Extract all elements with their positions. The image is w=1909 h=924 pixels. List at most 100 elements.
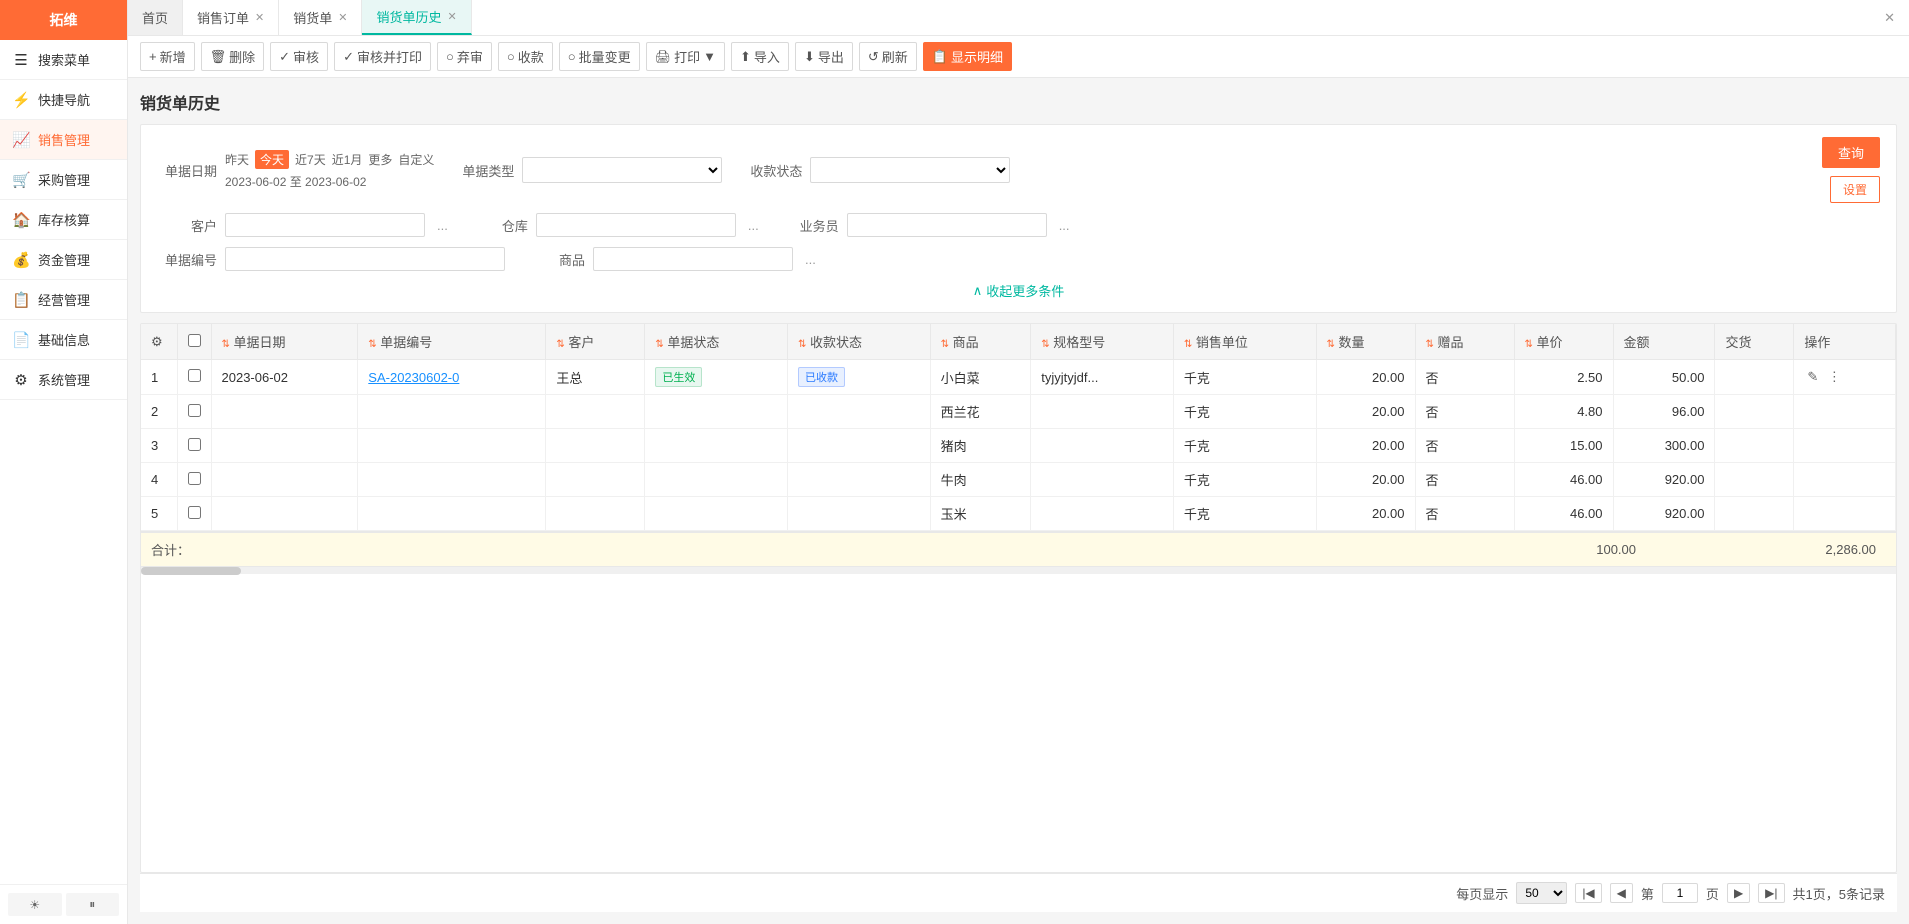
salesperson-input[interactable] <box>847 213 1047 237</box>
audit-print-button[interactable]: ✓ 审核并打印 <box>334 42 431 71</box>
date-opt-custom[interactable]: 自定义 <box>398 151 434 168</box>
first-page-button[interactable]: |◀ <box>1575 883 1601 903</box>
doc-number-link[interactable]: SA-20230602-0 <box>368 370 459 385</box>
sidebar-item-basic-info[interactable]: 📄 基础信息 <box>0 320 127 360</box>
row-checkbox-cell[interactable] <box>177 497 211 531</box>
col-payment-status[interactable]: ⇅ 收款状态 <box>787 324 930 360</box>
date-opt-yesterday[interactable]: 昨天 <box>225 151 249 168</box>
collect-button[interactable]: ○ 收款 <box>498 42 553 71</box>
export-button[interactable]: ⬇ 导出 <box>795 42 853 71</box>
tab-sales-goods[interactable]: 销货单 ✕ <box>279 0 362 35</box>
row-amount: 96.00 <box>1613 395 1715 429</box>
customer-input[interactable] <box>225 213 425 237</box>
delete-icon: 🗑 <box>210 49 227 65</box>
date-opt-more[interactable]: 更多 <box>368 151 392 168</box>
date-opt-7days[interactable]: 近7天 <box>295 151 326 168</box>
collapse-label: 收起更多条件 <box>986 281 1064 300</box>
last-page-button[interactable]: ▶| <box>1758 883 1784 903</box>
col-gift[interactable]: ⇅ 赠品 <box>1415 324 1514 360</box>
col-unit-price[interactable]: ⇅ 单价 <box>1514 324 1613 360</box>
row-transaction <box>1715 463 1794 497</box>
table-row: 5 玉米 千克 20.00 否 46.00 920.00 <box>141 497 1896 531</box>
per-page-select[interactable]: 50 100 <box>1516 882 1567 904</box>
row-checkbox-cell[interactable] <box>177 429 211 463</box>
row-checkbox[interactable] <box>188 472 201 485</box>
next-page-button[interactable]: ▶ <box>1727 883 1750 903</box>
prev-page-button[interactable]: ◀ <box>1610 883 1633 903</box>
sidebar-item-system-mgmt[interactable]: ⚙ 系统管理 <box>0 360 127 400</box>
col-checkbox[interactable] <box>177 324 211 360</box>
row-no: 2 <box>141 395 177 429</box>
row-checkbox-cell[interactable] <box>177 395 211 429</box>
sidebar-sun-button[interactable]: ☀ <box>8 893 62 916</box>
col-doc-date[interactable]: ⇅ 单据日期 <box>211 324 358 360</box>
more-action-icon[interactable]: ⋮ <box>1828 369 1841 384</box>
sidebar-item-purchase-mgmt[interactable]: 🛒 采购管理 <box>0 160 127 200</box>
refresh-button[interactable]: ↺ 刷新 <box>859 42 917 71</box>
sidebar-item-inventory[interactable]: 🏠 库存核算 <box>0 200 127 240</box>
col-spec[interactable]: ⇅ 规格型号 <box>1031 324 1174 360</box>
docnumber-input[interactable] <box>225 247 505 271</box>
sidebar-pause-button[interactable]: ⏸ <box>66 893 120 916</box>
row-checkbox[interactable] <box>188 369 201 382</box>
collapse-button[interactable]: ∧ 收起更多条件 <box>157 281 1880 300</box>
col-settings[interactable]: ⚙ <box>141 324 177 360</box>
tab-sales-order-close[interactable]: ✕ <box>255 11 264 24</box>
horizontal-scrollbar[interactable] <box>141 566 1896 574</box>
row-checkbox[interactable] <box>188 438 201 451</box>
query-button[interactable]: 查询 <box>1822 137 1880 168</box>
row-checkbox-cell[interactable] <box>177 463 211 497</box>
import-button[interactable]: ⬆ 导入 <box>731 42 789 71</box>
audit-button[interactable]: ✓ 审核 <box>270 42 328 71</box>
show-detail-button[interactable]: 📋 显示明细 <box>923 42 1012 71</box>
salesperson-dots[interactable]: ... <box>1059 218 1070 233</box>
collect-icon: ○ <box>507 49 515 64</box>
abandon-button[interactable]: ○ 弃审 <box>437 42 492 71</box>
add-button[interactable]: + 新增 <box>140 42 195 71</box>
col-quantity[interactable]: ⇅ 数量 <box>1316 324 1415 360</box>
row-gift: 否 <box>1415 463 1514 497</box>
tab-bar-close-all[interactable]: ✕ <box>1870 10 1909 26</box>
tab-sales-history[interactable]: 销货单历史 ✕ <box>362 0 471 35</box>
settings-button[interactable]: 设置 <box>1830 176 1880 203</box>
tab-home[interactable]: 首页 <box>128 0 183 35</box>
row-checkbox[interactable] <box>188 506 201 519</box>
date-opt-today[interactable]: 今天 <box>255 150 289 169</box>
page-input[interactable] <box>1662 883 1698 903</box>
tab-sales-goods-close[interactable]: ✕ <box>338 11 347 24</box>
print-button[interactable]: 🖨 打印 ▼ <box>646 42 725 71</box>
row-payment-status <box>787 429 930 463</box>
product-dots[interactable]: ... <box>805 252 816 267</box>
batch-change-button[interactable]: ○ 批量变更 <box>559 42 640 71</box>
warehouse-dots[interactable]: ... <box>748 218 759 233</box>
sidebar-item-operations[interactable]: 📋 经营管理 <box>0 280 127 320</box>
product-input[interactable] <box>593 247 793 271</box>
col-doc-status[interactable]: ⇅ 单据状态 <box>645 324 788 360</box>
total-info: 共1页，5条记录 <box>1793 884 1885 903</box>
col-product[interactable]: ⇅ 商品 <box>930 324 1031 360</box>
payment-status-select[interactable] <box>810 157 1010 183</box>
payment-status-label: 收款状态 <box>742 161 802 180</box>
col-customer[interactable]: ⇅ 客户 <box>546 324 645 360</box>
tab-sales-history-close[interactable]: ✕ <box>448 10 457 23</box>
col-doc-number[interactable]: ⇅ 单据编号 <box>358 324 546 360</box>
row-unit-price: 2.50 <box>1514 360 1613 395</box>
warehouse-input[interactable] <box>536 213 736 237</box>
row-checkbox[interactable] <box>188 404 201 417</box>
col-unit[interactable]: ⇅ 销售单位 <box>1173 324 1316 360</box>
edit-action-icon[interactable]: ✎ <box>1807 369 1818 384</box>
date-opt-1month[interactable]: 近1月 <box>332 151 363 168</box>
page-title: 销货单历史 <box>140 90 1897 114</box>
scrollbar-thumb[interactable] <box>141 567 241 575</box>
row-checkbox-cell[interactable] <box>177 360 211 395</box>
customer-dots[interactable]: ... <box>437 218 448 233</box>
sidebar-item-quick-nav[interactable]: ⚡ 快捷导航 <box>0 80 127 120</box>
doctype-select[interactable] <box>522 157 722 183</box>
row-doc-status <box>645 497 788 531</box>
select-all-checkbox[interactable] <box>188 334 201 347</box>
sidebar-item-sales-mgmt[interactable]: 📈 销售管理 <box>0 120 127 160</box>
sidebar-item-finance[interactable]: 💰 资金管理 <box>0 240 127 280</box>
delete-button[interactable]: 🗑 删除 <box>201 42 265 71</box>
sidebar-item-search-menu[interactable]: ☰ 搜索菜单 <box>0 40 127 80</box>
tab-sales-order[interactable]: 销售订单 ✕ <box>183 0 279 35</box>
